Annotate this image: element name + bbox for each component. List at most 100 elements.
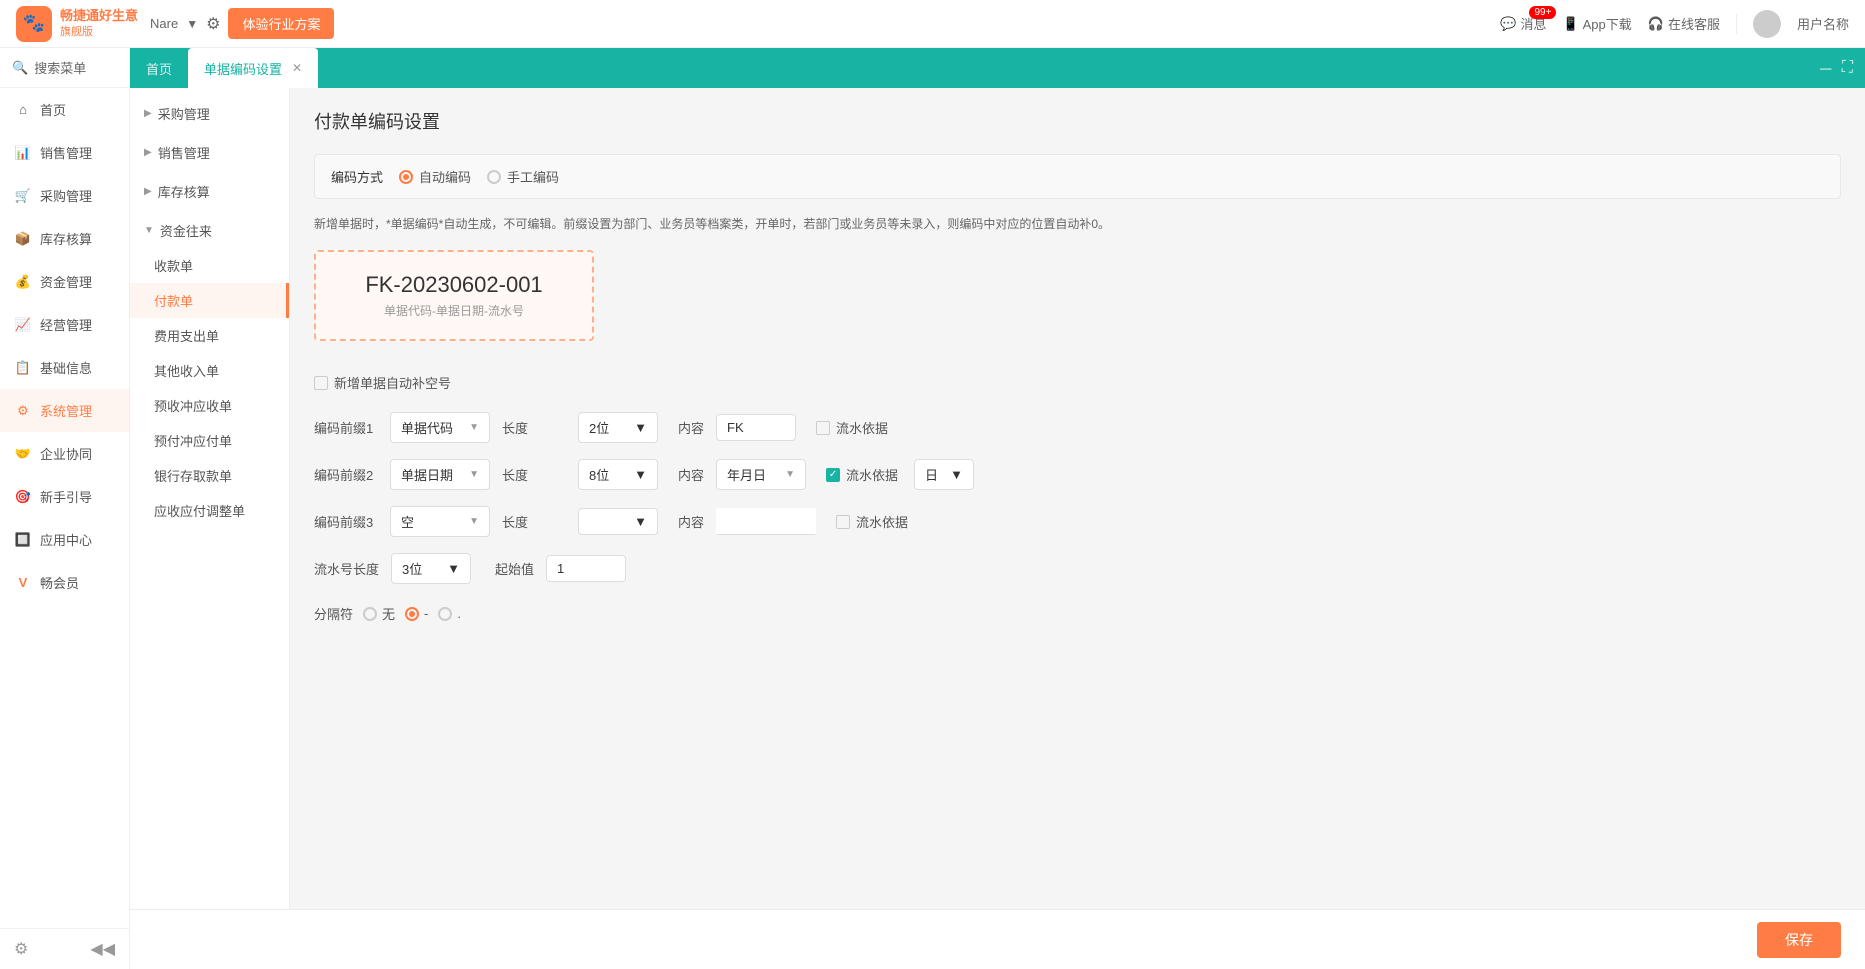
sep-none-radio[interactable] <box>363 607 377 621</box>
day-select[interactable]: 日 ▼ <box>914 459 974 490</box>
length1-dropdown-icon: ▼ <box>634 420 647 435</box>
serial-length-dropdown-icon: ▼ <box>447 561 460 576</box>
company-dropdown-button[interactable]: ▼ <box>186 17 198 31</box>
logo-app-name: 畅捷通好生意 <box>60 8 138 24</box>
sidebar-item-inventory-label: 库存核算 <box>40 229 92 248</box>
left-sidebar: 🔍 搜索菜单 ⌂ 首页 📊 销售管理 🛒 采购管理 📦 库存核算 💰 资金管理 … <box>0 48 130 969</box>
sidebar-item-appstore-label: 应用中心 <box>40 530 92 549</box>
sec-item-payment[interactable]: 付款单 <box>130 283 289 318</box>
trial-button[interactable]: 体验行业方案 <box>228 8 334 39</box>
content3-input[interactable] <box>716 508 816 535</box>
app-download-label: App下载 <box>1583 14 1632 33</box>
sep-dash-option[interactable]: - <box>405 606 428 621</box>
sales-icon: 📊 <box>14 144 32 162</box>
sec-group-inventory-label: 库存核算 <box>158 182 210 201</box>
sec-group-finance-title[interactable]: ▼ 资金往来 <box>130 213 289 248</box>
serial-length-value: 3位 <box>402 559 422 578</box>
sidebar-item-basic[interactable]: 📋 基础信息 <box>0 346 129 389</box>
content1-input[interactable] <box>716 414 796 441</box>
sidebar-item-sales[interactable]: 📊 销售管理 <box>0 131 129 174</box>
tab-encode-label: 单据编码设置 <box>204 59 282 78</box>
auto-encode-label: 自动编码 <box>419 167 471 186</box>
tab-home[interactable]: 首页 <box>130 48 188 88</box>
header-center: Nare ▼ ⚙ 体验行业方案 <box>150 8 334 39</box>
code-preview-value: FK-20230602-001 <box>346 272 562 298</box>
minimize-icon[interactable]: － <box>1818 56 1834 80</box>
sidebar-item-vip[interactable]: V 畅会员 <box>0 561 129 604</box>
online-service-action[interactable]: 🎧 在线客服 <box>1648 14 1720 33</box>
save-button[interactable]: 保存 <box>1757 922 1841 958</box>
sec-item-other-income[interactable]: 其他收入单 <box>130 353 289 388</box>
message-action[interactable]: 💬 消息 99+ <box>1500 14 1546 33</box>
sec-group-sales-title[interactable]: ▶ 销售管理 <box>130 135 289 170</box>
sidebar-item-appstore[interactable]: 🔲 应用中心 <box>0 518 129 561</box>
sec-item-bank[interactable]: 银行存取款单 <box>130 458 289 493</box>
auto-encode-option[interactable]: 自动编码 <box>399 167 471 186</box>
sidebar-item-system[interactable]: ⚙ 系统管理 <box>0 389 129 432</box>
sec-group-purchase-title[interactable]: ▶ 采购管理 <box>130 96 289 131</box>
sidebar-item-home[interactable]: ⌂ 首页 <box>0 88 129 131</box>
sec-group-inventory-title[interactable]: ▶ 库存核算 <box>130 174 289 209</box>
flow3-checkbox[interactable] <box>836 515 850 529</box>
serial-length-label: 流水号长度 <box>314 559 379 578</box>
manual-encode-option[interactable]: 手工编码 <box>487 167 559 186</box>
length1-select[interactable]: 2位 ▼ <box>578 412 658 443</box>
basic-icon: 📋 <box>14 359 32 377</box>
sec-item-prepay-receivable[interactable]: 预收冲应收单 <box>130 388 289 423</box>
finance-icon: 💰 <box>14 273 32 291</box>
length3-dropdown-icon: ▼ <box>634 514 647 529</box>
flow2-checkbox[interactable]: ✓ <box>826 468 840 482</box>
flow1-checkbox[interactable] <box>816 421 830 435</box>
sidebar-item-finance[interactable]: 💰 资金管理 <box>0 260 129 303</box>
app-download-icon: 📱 <box>1562 16 1578 32</box>
collapse-icon[interactable]: ◀◀ <box>90 939 115 959</box>
tab-bar: 首页 单据编码设置 ✕ － ⛶ <box>130 48 1865 88</box>
tab-encode-settings[interactable]: 单据编码设置 ✕ <box>188 48 318 88</box>
encoding-label: 编码方式 <box>331 167 383 186</box>
sec-item-prepay-payable[interactable]: 预付冲应付单 <box>130 423 289 458</box>
sidebar-item-operation[interactable]: 📈 经营管理 <box>0 303 129 346</box>
content2-select[interactable]: 年月日 ▼ <box>716 459 806 490</box>
sidebar-item-enterprise[interactable]: 🤝 企业协同 <box>0 432 129 475</box>
flow2-checkbox-row: ✓ 流水依据 <box>826 465 898 484</box>
sidebar-item-guide[interactable]: 🎯 新手引导 <box>0 475 129 518</box>
length3-select[interactable]: ▼ <box>578 508 658 535</box>
app-download-action[interactable]: 📱 App下载 <box>1562 14 1631 33</box>
search-menu-label: 搜索菜单 <box>34 58 86 77</box>
serial-length-select[interactable]: 3位 ▼ <box>391 553 471 584</box>
sidebar-item-operation-label: 经营管理 <box>40 315 92 334</box>
prefix2-select[interactable]: 单据日期 ▼ <box>390 459 490 490</box>
auto-fill-checkbox[interactable] <box>314 376 328 390</box>
search-menu[interactable]: 🔍 搜索菜单 <box>0 48 129 88</box>
separator-label: 分隔符 <box>314 604 353 623</box>
length2-select[interactable]: 8位 ▼ <box>578 459 658 490</box>
sep-none-option[interactable]: 无 <box>363 604 395 623</box>
tab-close-icon[interactable]: ✕ <box>292 61 302 75</box>
sidebar-item-inventory[interactable]: 📦 库存核算 <box>0 217 129 260</box>
sep-dot-option[interactable]: . <box>438 606 461 621</box>
sep-dash-radio[interactable] <box>405 607 419 621</box>
sidebar-item-purchase[interactable]: 🛒 采购管理 <box>0 174 129 217</box>
sep-dot-radio[interactable] <box>438 607 452 621</box>
settings-button[interactable]: ⚙ <box>206 14 220 34</box>
sec-group-finance-label: 资金往来 <box>160 221 212 240</box>
settings-bottom-icon[interactable]: ⚙ <box>14 939 28 959</box>
sec-item-adjustment[interactable]: 应收应付调整单 <box>130 493 289 528</box>
content-wrapper: ▶ 采购管理 ▶ 销售管理 ▶ 库存核算 <box>130 88 1865 909</box>
prefix2-select-value: 单据日期 <box>401 465 453 484</box>
prefix3-select[interactable]: 空 ▼ <box>390 506 490 537</box>
top-header: 🐾 畅捷通好生意 旗舰版 Nare ▼ ⚙ 体验行业方案 💬 消息 99+ 📱 … <box>0 0 1865 48</box>
sec-item-expense[interactable]: 费用支出单 <box>130 318 289 353</box>
start-value-input[interactable] <box>546 555 626 582</box>
serial-row: 流水号长度 3位 ▼ 起始值 <box>314 553 1841 584</box>
manual-encode-radio[interactable] <box>487 170 501 184</box>
enterprise-icon: 🤝 <box>14 445 32 463</box>
encoding-method-row: 编码方式 自动编码 手工编码 <box>314 154 1841 199</box>
logo-area: 🐾 畅捷通好生意 旗舰版 <box>16 6 138 42</box>
expand-icon[interactable]: ⛶ <box>1842 59 1853 77</box>
guide-icon: 🎯 <box>14 488 32 506</box>
header-divider <box>1736 14 1737 34</box>
prefix1-select[interactable]: 单据代码 ▼ <box>390 412 490 443</box>
auto-encode-radio[interactable] <box>399 170 413 184</box>
sec-item-receipt[interactable]: 收款单 <box>130 248 289 283</box>
